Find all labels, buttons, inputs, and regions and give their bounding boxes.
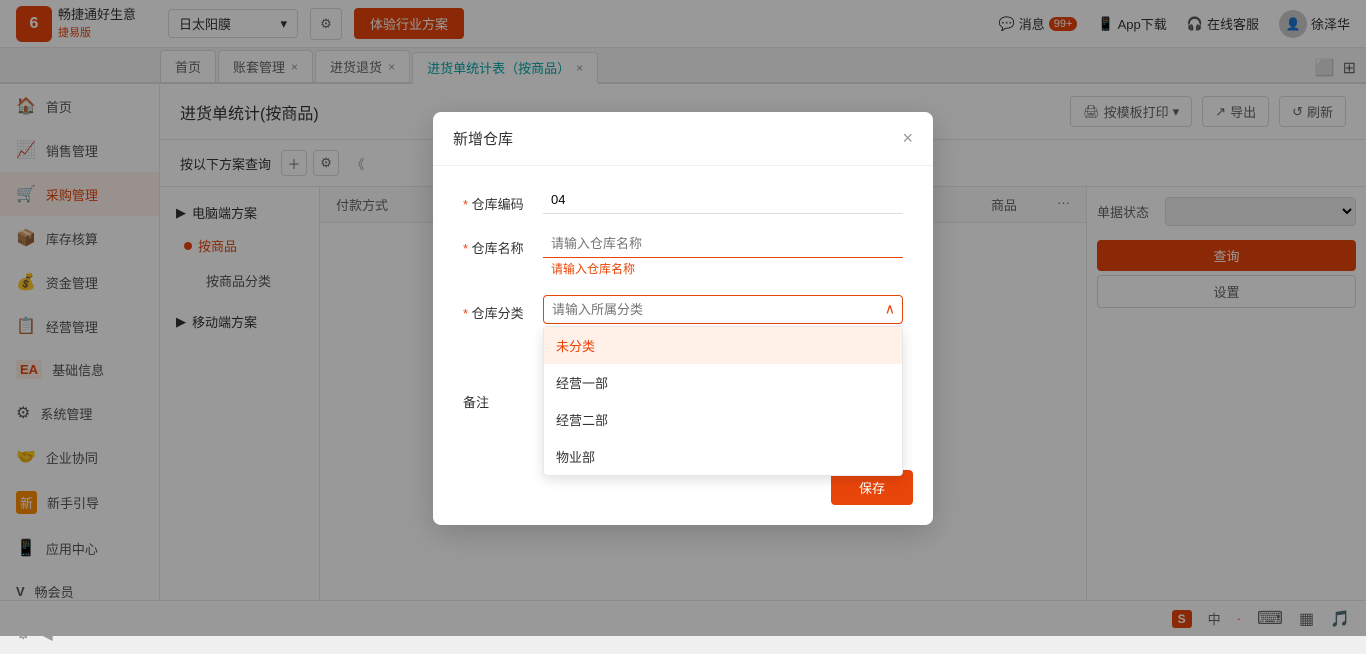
dropdown-item-dept1[interactable]: 经营一部: [544, 364, 902, 401]
warehouse-name-row: 仓库名称 请输入仓库名称: [463, 230, 903, 279]
warehouse-category-row: 仓库分类 ∧ 未分类 经营一部 经营二部 物业部: [463, 295, 903, 324]
warehouse-code-input[interactable]: [543, 186, 903, 214]
dropdown-item-dept2[interactable]: 经营二部: [544, 401, 902, 438]
modal-close-button[interactable]: ×: [902, 128, 913, 149]
warehouse-category-input[interactable]: [543, 295, 903, 324]
category-dropdown: 未分类 经营一部 经营二部 物业部: [543, 326, 903, 476]
warehouse-code-row: 仓库编码: [463, 186, 903, 214]
dropdown-item-unclassified[interactable]: 未分类: [544, 327, 902, 364]
modal-title: 新增仓库: [453, 128, 513, 149]
chevron-up-icon: ∧: [885, 301, 895, 318]
warehouse-name-error: 请输入仓库名称: [543, 258, 903, 279]
modal-overlay: 新增仓库 × 仓库编码 仓库名称 请输入仓库名称 仓库分类: [0, 0, 1366, 636]
warehouse-note-label: 备注: [463, 384, 543, 411]
warehouse-category-wrapper: ∧ 未分类 经营一部 经营二部 物业部: [543, 295, 903, 324]
modal-body: 仓库编码 仓库名称 请输入仓库名称 仓库分类 ∧ 未分类: [433, 166, 933, 460]
warehouse-code-label: 仓库编码: [463, 186, 543, 213]
warehouse-category-label: 仓库分类: [463, 295, 543, 322]
dropdown-item-property[interactable]: 物业部: [544, 438, 902, 475]
modal-header: 新增仓库 ×: [433, 112, 933, 166]
warehouse-name-input[interactable]: [543, 230, 903, 258]
warehouse-name-label: 仓库名称: [463, 230, 543, 257]
new-warehouse-modal: 新增仓库 × 仓库编码 仓库名称 请输入仓库名称 仓库分类: [433, 112, 933, 525]
